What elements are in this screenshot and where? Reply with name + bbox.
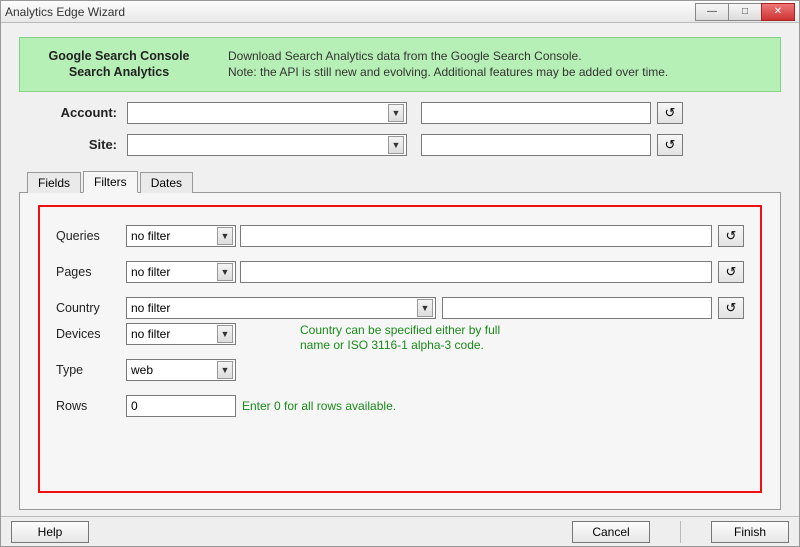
country-hint: Country can be specified either by full …: [300, 323, 540, 354]
pages-row: Pages no filter ▼ ↺: [56, 261, 744, 283]
info-banner: Google Search Console Search Analytics D…: [19, 37, 781, 92]
banner-desc-line2: Note: the API is still new and evolving.…: [228, 64, 668, 80]
rows-row: Rows Enter 0 for all rows available.: [56, 395, 744, 417]
chevron-down-icon: ▼: [217, 227, 233, 245]
reset-icon: ↺: [665, 105, 676, 121]
rows-label: Rows: [56, 399, 126, 413]
tab-fields[interactable]: Fields: [27, 172, 81, 193]
site-select[interactable]: ▼: [127, 134, 407, 156]
tab-dates[interactable]: Dates: [140, 172, 193, 193]
account-select[interactable]: ▼: [127, 102, 407, 124]
wizard-window: Analytics Edge Wizard — □ ✕ Google Searc…: [0, 0, 800, 547]
devices-row: Devices no filter ▼: [56, 323, 240, 345]
rows-hint: Enter 0 for all rows available.: [242, 399, 396, 413]
window-title: Analytics Edge Wizard: [5, 5, 696, 19]
content-area: Google Search Console Search Analytics D…: [1, 23, 799, 516]
country-hint-line1: Country can be specified either by full: [300, 323, 540, 339]
titlebar: Analytics Edge Wizard — □ ✕: [1, 1, 799, 23]
maximize-button[interactable]: □: [728, 3, 762, 21]
reset-icon: ↺: [726, 300, 737, 316]
close-button[interactable]: ✕: [761, 3, 795, 21]
chevron-down-icon: ▼: [217, 361, 233, 379]
queries-reset-button[interactable]: ↺: [718, 225, 744, 247]
pages-label: Pages: [56, 265, 126, 279]
banner-title-line2: Search Analytics: [34, 64, 204, 80]
banner-desc-line1: Download Search Analytics data from the …: [228, 48, 668, 64]
queries-row: Queries no filter ▼ ↺: [56, 225, 744, 247]
queries-mode-value: no filter: [131, 229, 170, 243]
site-reset-button[interactable]: ↺: [657, 134, 683, 156]
country-reset-button[interactable]: ↺: [718, 297, 744, 319]
maximize-icon: □: [742, 6, 748, 17]
country-mode-select[interactable]: no filter ▼: [126, 297, 436, 319]
queries-label: Queries: [56, 229, 126, 243]
banner-description: Download Search Analytics data from the …: [228, 48, 668, 80]
queries-mode-select[interactable]: no filter ▼: [126, 225, 236, 247]
devices-label: Devices: [56, 327, 126, 341]
footer-separator: [680, 521, 681, 543]
minimize-button[interactable]: —: [695, 3, 729, 21]
chevron-down-icon: ▼: [388, 136, 404, 154]
banner-title-line1: Google Search Console: [34, 48, 204, 64]
chevron-down-icon: ▼: [417, 299, 433, 317]
queries-value-input[interactable]: [240, 225, 712, 247]
site-row: Site: ▼ ↺: [19, 134, 781, 156]
devices-mode-value: no filter: [131, 327, 170, 341]
pages-reset-button[interactable]: ↺: [718, 261, 744, 283]
country-mode-value: no filter: [131, 301, 170, 315]
country-hint-line2: name or ISO 3116-1 alpha-3 code.: [300, 338, 540, 354]
type-value: web: [131, 363, 153, 377]
pages-mode-value: no filter: [131, 265, 170, 279]
type-row: Type web ▼: [56, 359, 744, 381]
account-label: Account:: [19, 105, 127, 120]
chevron-down-icon: ▼: [217, 325, 233, 343]
account-reset-button[interactable]: ↺: [657, 102, 683, 124]
window-controls: — □ ✕: [696, 3, 795, 21]
cancel-button-label: Cancel: [592, 525, 629, 539]
tab-filters[interactable]: Filters: [83, 171, 138, 193]
filters-group: Queries no filter ▼ ↺ Pages no filter ▼: [38, 205, 762, 494]
account-row: Account: ▼ ↺: [19, 102, 781, 124]
tab-filters-pane: Queries no filter ▼ ↺ Pages no filter ▼: [19, 193, 781, 511]
site-text-input[interactable]: [421, 134, 651, 156]
pages-mode-select[interactable]: no filter ▼: [126, 261, 236, 283]
chevron-down-icon: ▼: [388, 104, 404, 122]
devices-and-hint-row: Devices no filter ▼ Country can be speci…: [56, 323, 744, 359]
account-text-input[interactable]: [421, 102, 651, 124]
finish-button[interactable]: Finish: [711, 521, 789, 543]
finish-button-label: Finish: [734, 525, 766, 539]
type-select[interactable]: web ▼: [126, 359, 236, 381]
reset-icon: ↺: [726, 264, 737, 280]
country-label: Country: [56, 301, 126, 315]
reset-icon: ↺: [665, 137, 676, 153]
cancel-button[interactable]: Cancel: [572, 521, 650, 543]
tabs: Fields Filters Dates: [19, 170, 781, 193]
help-button[interactable]: Help: [11, 521, 89, 543]
country-value-input[interactable]: [442, 297, 712, 319]
help-button-label: Help: [38, 525, 63, 539]
devices-mode-select[interactable]: no filter ▼: [126, 323, 236, 345]
banner-title: Google Search Console Search Analytics: [34, 48, 204, 81]
site-label: Site:: [19, 137, 127, 152]
type-label: Type: [56, 363, 126, 377]
pages-value-input[interactable]: [240, 261, 712, 283]
close-icon: ✕: [774, 6, 782, 17]
footer: Help Cancel Finish: [1, 516, 799, 546]
chevron-down-icon: ▼: [217, 263, 233, 281]
reset-icon: ↺: [726, 228, 737, 244]
rows-input[interactable]: [126, 395, 236, 417]
minimize-icon: —: [707, 6, 717, 17]
country-row: Country no filter ▼ ↺: [56, 297, 744, 319]
